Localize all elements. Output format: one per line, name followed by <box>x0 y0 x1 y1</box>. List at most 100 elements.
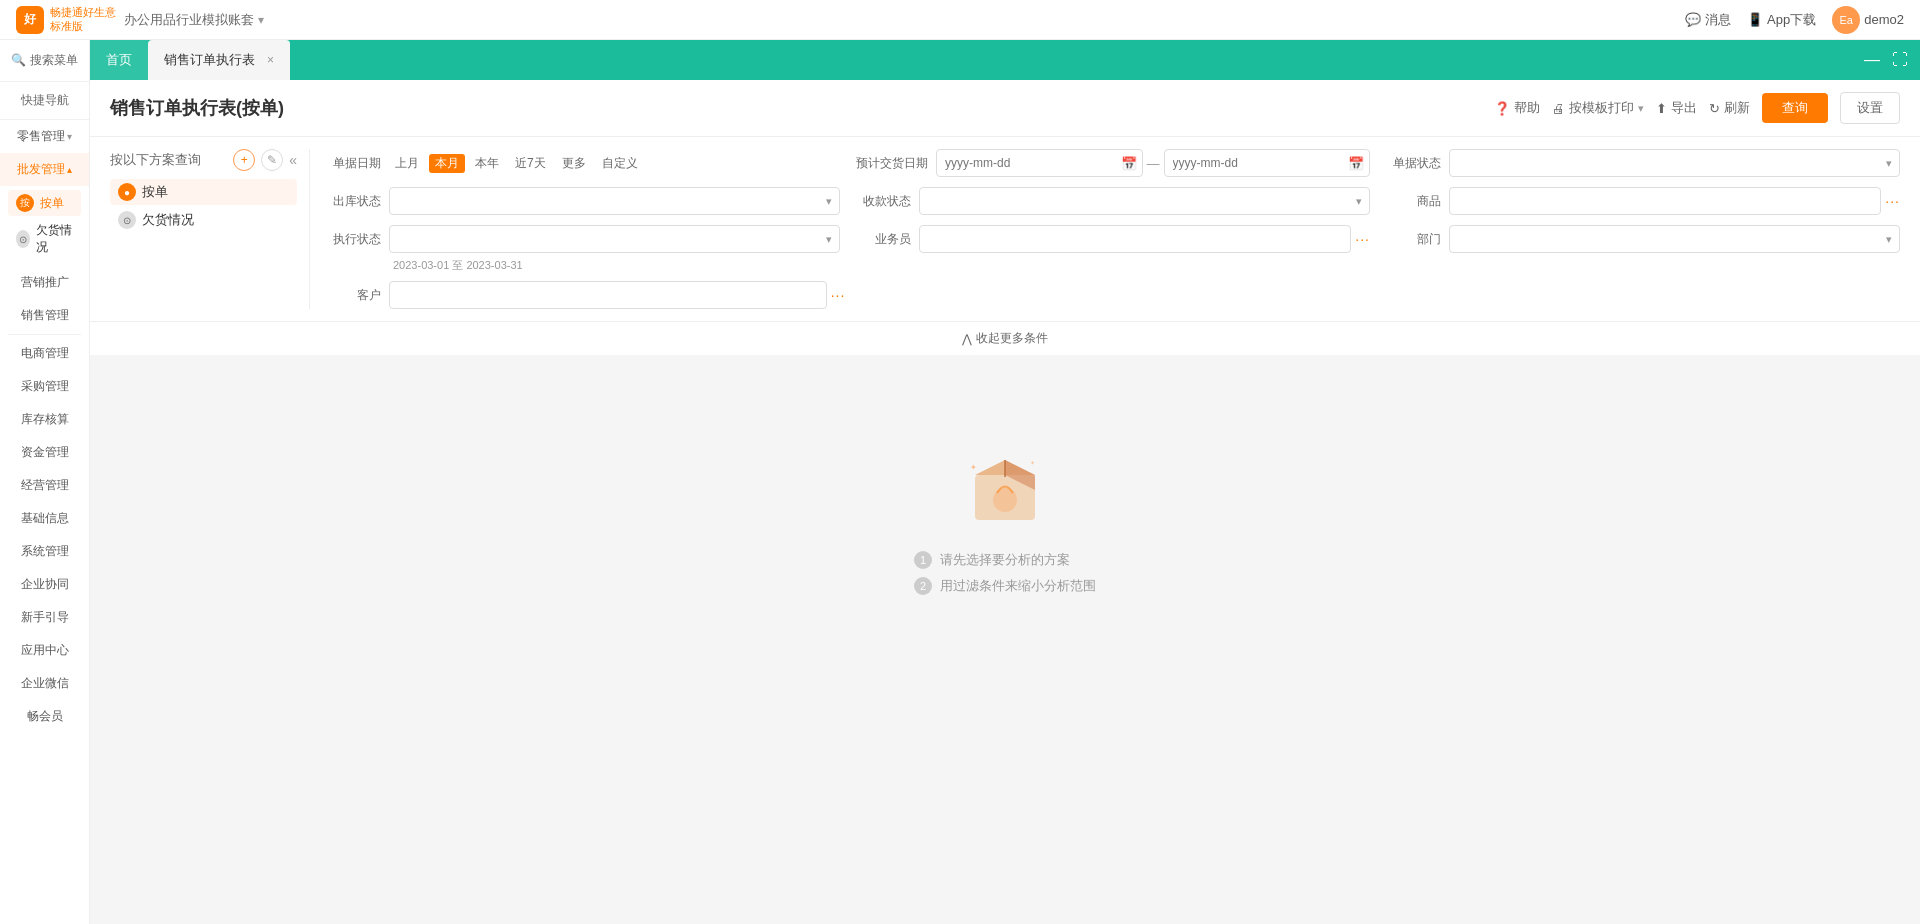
newbie-label: 新手引导 <box>21 609 69 626</box>
sidebar-item-finance[interactable]: 资金管理 <box>0 436 89 469</box>
filter-right-panel: 单据日期 上月 本月 本年 近7天 更多 自定义 <box>326 149 1900 309</box>
order-status-select[interactable] <box>1449 149 1900 177</box>
empty-state: ✦ ✦ 1 请先选择要分析的方案 2 用过滤条件来缩小分析范围 <box>90 355 1920 675</box>
message-btn[interactable]: 💬 消息 <box>1685 11 1731 29</box>
sidebar-item-inventory[interactable]: 库存核算 <box>0 403 89 436</box>
finance-label: 资金管理 <box>21 444 69 461</box>
customer-input[interactable] <box>389 281 827 309</box>
ship-status-select[interactable] <box>389 187 840 215</box>
filter-dept-row: 部门 ▾ <box>1386 225 1900 253</box>
page-header: 销售订单执行表(按单) ❓ 帮助 🖨 按模板打印 ▾ ⬆ 导出 <box>90 80 1920 137</box>
collapse-more-btn[interactable]: ⋀ 收起更多条件 <box>90 322 1920 355</box>
sidebar-item-member[interactable]: 畅会员 <box>0 700 89 733</box>
exec-status-select[interactable] <box>389 225 840 253</box>
product-more-btn[interactable]: ··· <box>1885 193 1900 209</box>
sidebar-item-enterprise[interactable]: 企业协同 <box>0 568 89 601</box>
print-btn[interactable]: 🖨 按模板打印 ▾ <box>1552 99 1644 117</box>
filter-customer-row: 客户 ··· <box>326 281 845 309</box>
date-tab-lastmonth[interactable]: 上月 <box>389 154 425 173</box>
settings-btn[interactable]: 设置 <box>1840 92 1900 124</box>
sidebar-item-purchase[interactable]: 采购管理 <box>0 370 89 403</box>
help-btn[interactable]: ❓ 帮助 <box>1494 99 1540 117</box>
export-btn[interactable]: ⬆ 导出 <box>1656 99 1697 117</box>
customer-label: 客户 <box>326 287 381 304</box>
filter-ship-status-row: 出库状态 ▾ <box>326 187 840 215</box>
date-separator: — <box>1147 156 1160 171</box>
product-control: ··· <box>1449 187 1900 215</box>
date-control: 上月 本月 本年 近7天 更多 自定义 <box>389 154 840 173</box>
plan-item-debt[interactable]: ⊙ 欠货情况 <box>110 207 297 233</box>
product-input[interactable] <box>1449 187 1881 215</box>
tab-maximize-btn[interactable]: ⛶ <box>1888 47 1912 73</box>
refresh-icon: ↻ <box>1709 101 1720 116</box>
wholesale-sub-items: 按 按单 ⊙ 欠货情况 <box>0 186 89 266</box>
tab-active-sales[interactable]: 销售订单执行表 × <box>148 40 290 80</box>
logo-area: 好 畅捷通好生意 标准版 <box>16 6 116 34</box>
collapse-left-btn[interactable]: « <box>289 152 297 168</box>
chevron-up-icon: ▴ <box>67 164 72 175</box>
order-status-select-wrap: ▾ <box>1449 149 1900 177</box>
sidebar-item-wholesale[interactable]: 批发管理 ▴ <box>0 153 89 186</box>
sub-item-by-order[interactable]: 按 按单 <box>8 190 81 216</box>
sub-item-order-icon: 按 <box>16 194 34 212</box>
sidebar-item-sales[interactable]: 销售管理 <box>0 299 89 332</box>
plan-by-order-label: 按单 <box>142 183 168 201</box>
expected-date-end-input[interactable] <box>1164 149 1371 177</box>
filter-product-row: 商品 ··· <box>1386 187 1900 215</box>
tip-num-1: 1 <box>914 551 932 569</box>
tab-minimize-btn[interactable]: — <box>1860 47 1884 73</box>
tab-home[interactable]: 首页 <box>90 40 148 80</box>
sidebar-item-appstore[interactable]: 应用中心 <box>0 634 89 667</box>
date-tab-more[interactable]: 更多 <box>556 154 592 173</box>
date-tab-custom[interactable]: 自定义 <box>596 154 644 173</box>
wechat-label: 企业微信 <box>21 675 69 692</box>
filter-grid: 单据日期 上月 本月 本年 近7天 更多 自定义 <box>326 149 1900 253</box>
sidebar-item-system[interactable]: 系统管理 <box>0 535 89 568</box>
date-range-display: 2023-03-01 至 2023-03-31 <box>326 253 1900 273</box>
plan-item-by-order[interactable]: ● 按单 <box>110 179 297 205</box>
salesman-more-btn[interactable]: ··· <box>1355 231 1370 247</box>
expected-date-start-input[interactable] <box>936 149 1143 177</box>
sidebar: 🔍 搜索菜单 快捷导航 零售管理 ▾ 批发管理 ▴ 按 按单 ⊙ <box>0 40 90 924</box>
salesman-input[interactable] <box>919 225 1351 253</box>
sub-item-order-label: 按单 <box>40 195 64 212</box>
refresh-btn[interactable]: ↻ 刷新 <box>1709 99 1750 117</box>
purchase-label: 采购管理 <box>21 378 69 395</box>
user-menu[interactable]: Ea demo2 <box>1832 6 1904 34</box>
ecommerce-label: 电商管理 <box>21 345 69 362</box>
edit-plan-btn[interactable]: ✎ <box>261 149 283 171</box>
enterprise-label: 企业协同 <box>21 576 69 593</box>
date-tab-last7[interactable]: 近7天 <box>509 154 552 173</box>
filter-salesman-row: 业务员 ··· <box>856 225 1370 253</box>
query-btn[interactable]: 查询 <box>1762 93 1828 123</box>
add-plan-btn[interactable]: + <box>233 149 255 171</box>
salesman-control: ··· <box>919 225 1370 253</box>
header-title-arrow[interactable]: ▾ <box>258 13 264 27</box>
tab-close-btn[interactable]: × <box>267 53 274 67</box>
main-layout: 🔍 搜索菜单 快捷导航 零售管理 ▾ 批发管理 ▴ 按 按单 ⊙ <box>0 40 1920 924</box>
sidebar-item-newbie[interactable]: 新手引导 <box>0 601 89 634</box>
quick-nav-label[interactable]: 快捷导航 <box>0 88 89 113</box>
customer-control: ··· <box>389 281 845 309</box>
sidebar-item-ecommerce[interactable]: 电商管理 <box>0 337 89 370</box>
sidebar-item-basic[interactable]: 基础信息 <box>0 502 89 535</box>
sidebar-item-retail[interactable]: 零售管理 ▾ <box>0 120 89 153</box>
filter-exec-status-row: 执行状态 ▾ <box>326 225 840 253</box>
header-title-area[interactable]: 办公用品行业模拟账套 ▾ <box>124 11 264 29</box>
date-field-label: 单据日期 <box>326 155 381 172</box>
customer-more-btn[interactable]: ··· <box>831 287 846 303</box>
chevron-down-icon: ▾ <box>67 131 72 142</box>
sidebar-item-operations[interactable]: 经营管理 <box>0 469 89 502</box>
app-download-btn[interactable]: 📱 App下载 <box>1747 11 1816 29</box>
wholesale-label: 批发管理 <box>17 161 65 178</box>
search-menu-btn[interactable]: 🔍 搜索菜单 <box>8 48 81 73</box>
sidebar-item-marketing[interactable]: 营销推广 <box>0 266 89 299</box>
date-tab-thisyear[interactable]: 本年 <box>469 154 505 173</box>
dept-select[interactable] <box>1449 225 1900 253</box>
date-tab-thismonth[interactable]: 本月 <box>429 154 465 173</box>
appstore-label: 应用中心 <box>21 642 69 659</box>
sidebar-item-wechat[interactable]: 企业微信 <box>0 667 89 700</box>
sidebar-search[interactable]: 🔍 搜索菜单 <box>0 40 89 82</box>
sub-item-debt[interactable]: ⊙ 欠货情况 <box>8 218 81 260</box>
receipt-status-select[interactable] <box>919 187 1370 215</box>
